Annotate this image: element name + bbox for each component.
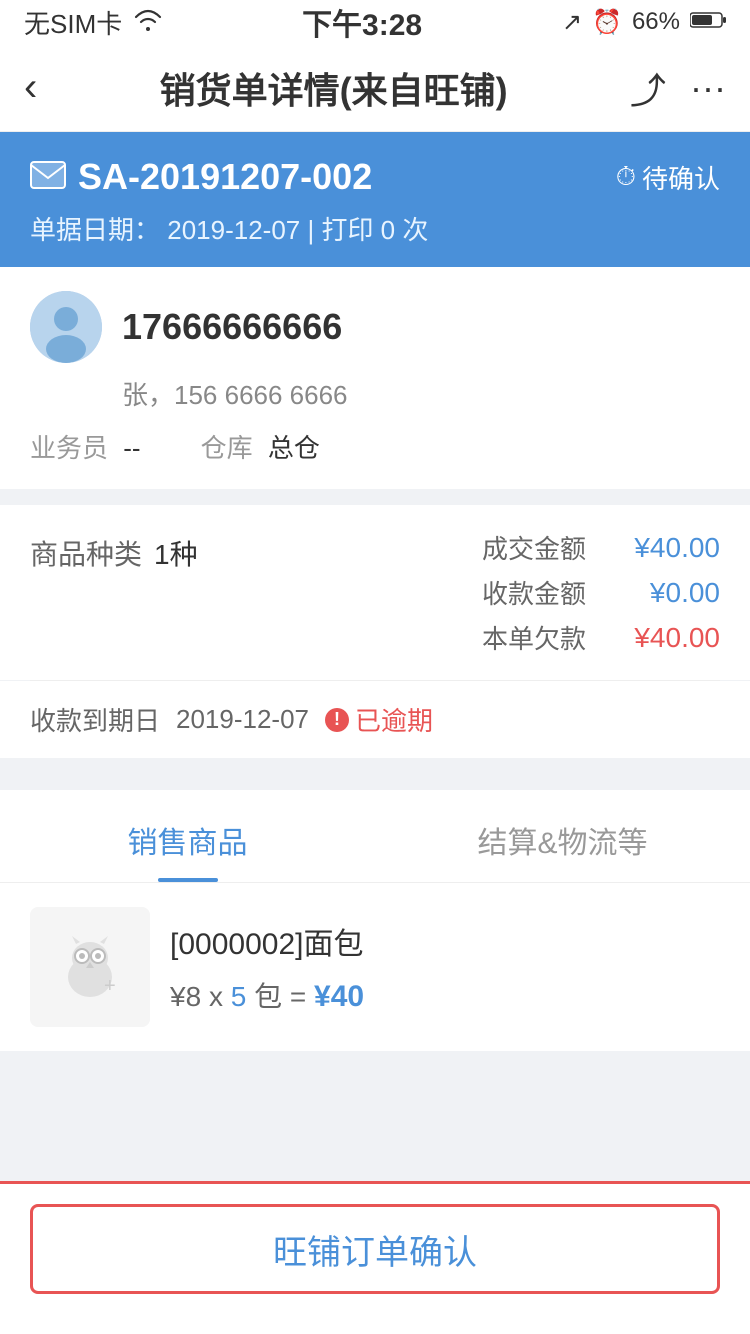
order-print-info: | 打印 0 次 (307, 215, 428, 245)
svg-text:+: + (104, 975, 116, 997)
order-status-text: 待确认 (642, 159, 720, 196)
back-button[interactable]: ‹ (24, 65, 37, 110)
owed-amount-value: ¥40.00 (610, 622, 720, 654)
owed-amount-row: 本单欠款 ¥40.00 (482, 619, 720, 656)
nav-bar: ‹ 销货单详情(来自旺铺) ⤴ ··· (0, 44, 750, 132)
qty-unit: 包 (254, 981, 282, 1012)
page-title: 销货单详情(来自旺铺) (160, 62, 508, 114)
amount-section: 商品种类 1种 成交金额 ¥40.00 收款金额 ¥0.00 本单欠款 ¥40.… (0, 505, 750, 680)
tab-products[interactable]: 销售商品 (0, 790, 375, 882)
due-date-value: 2019-12-07 (176, 704, 309, 735)
salesperson-item: 业务员 -- (30, 428, 141, 465)
status-bar: 无SIM卡 下午3:28 ↗ ⏰ 66% (0, 0, 750, 44)
battery-icon (690, 8, 726, 36)
customer-phone: 17666666666 (122, 306, 342, 348)
amounts-right: 成交金额 ¥40.00 收款金额 ¥0.00 本单欠款 ¥40.00 (482, 529, 720, 656)
product-qty: 5 (231, 981, 247, 1012)
warehouse-label: 仓库 (201, 433, 253, 463)
wifi-icon (134, 7, 162, 38)
received-amount-value: ¥0.00 (610, 577, 720, 609)
product-type-item: 商品种类 1种 (30, 529, 198, 573)
order-date-value: 2019-12-07 (167, 215, 300, 245)
order-header: SA-20191207-002 ⏱ 待确认 单据日期： 2019-12-07 |… (0, 132, 750, 267)
order-date-row: 单据日期： 2019-12-07 | 打印 0 次 (30, 210, 720, 247)
confirm-button[interactable]: 旺铺订单确认 (30, 1204, 720, 1294)
salesperson-value: -- (123, 433, 140, 463)
more-icon[interactable]: ··· (690, 67, 726, 109)
received-amount-label: 收款金额 (482, 574, 586, 611)
product-price: ¥8 x 5 包 = ¥40 (170, 975, 720, 1015)
order-id-text: SA-20191207-002 (78, 156, 372, 198)
tab-settlement[interactable]: 结算&物流等 (375, 790, 750, 882)
warehouse-value: 总仓 (268, 433, 320, 463)
nav-actions: ⤴ ··· (630, 62, 726, 114)
warehouse-item: 仓库 总仓 (201, 428, 320, 465)
customer-name: 张，156 6666 6666 (30, 375, 720, 412)
overdue-icon: ! (325, 708, 349, 732)
alarm-icon: ⏰ (592, 8, 622, 37)
order-status: ⏱ 待确认 (616, 159, 720, 196)
tabs-section: 销售商品 结算&物流等 (0, 790, 750, 1051)
due-date-label: 收款到期日 (30, 701, 160, 738)
equals-sign: = (290, 981, 306, 1012)
divider-1 (0, 489, 750, 505)
received-amount-row: 收款金额 ¥0.00 (482, 574, 720, 611)
due-date-section: 收款到期日 2019-12-07 ! 已逾期 (0, 681, 750, 758)
avatar (30, 291, 102, 363)
deal-amount-label: 成交金额 (482, 529, 586, 566)
product-item: + [0000002]面包 ¥8 x 5 包 = ¥40 (0, 883, 750, 1051)
status-left: 无SIM卡 (24, 4, 162, 41)
product-type-label: 商品种类 (30, 533, 142, 573)
status-time: 下午3:28 (302, 0, 422, 44)
deal-amount-value: ¥40.00 (610, 532, 720, 564)
product-type-value: 1种 (154, 533, 198, 573)
customer-meta: 业务员 -- 仓库 总仓 (30, 428, 720, 465)
order-envelope-icon (30, 156, 66, 198)
product-info: [0000002]面包 ¥8 x 5 包 = ¥40 (170, 919, 720, 1015)
product-thumbnail: + (30, 907, 150, 1027)
product-name: [0000002]面包 (170, 919, 720, 963)
overdue-badge: ! 已逾期 (325, 701, 433, 738)
status-right: ↗ ⏰ 66% (562, 8, 726, 37)
clock-icon: ⏱ (616, 161, 636, 193)
product-total: ¥40 (314, 980, 364, 1013)
carrier-text: 无SIM卡 (24, 4, 122, 41)
deal-amount-row: 成交金额 ¥40.00 (482, 529, 720, 566)
price-unit: ¥8 (170, 981, 201, 1012)
share-icon[interactable]: ⤴ (630, 62, 666, 114)
divider-2 (0, 758, 750, 774)
overdue-text: 已逾期 (355, 701, 433, 738)
battery-text: 66% (632, 8, 680, 36)
owed-amount-label: 本单欠款 (482, 619, 586, 656)
customer-phone-row: 17666666666 (30, 291, 720, 363)
salesperson-label: 业务员 (30, 433, 108, 463)
confirm-btn-wrapper: 旺铺订单确认 (0, 1181, 750, 1334)
multiply-sign: x (209, 981, 223, 1012)
location-icon: ↗ (562, 8, 582, 37)
order-date-label: 单据日期： (30, 215, 160, 245)
customer-section: 17666666666 张，156 6666 6666 业务员 -- 仓库 总仓 (0, 267, 750, 489)
order-id-row: SA-20191207-002 (30, 156, 372, 198)
tabs-row: 销售商品 结算&物流等 (0, 790, 750, 883)
